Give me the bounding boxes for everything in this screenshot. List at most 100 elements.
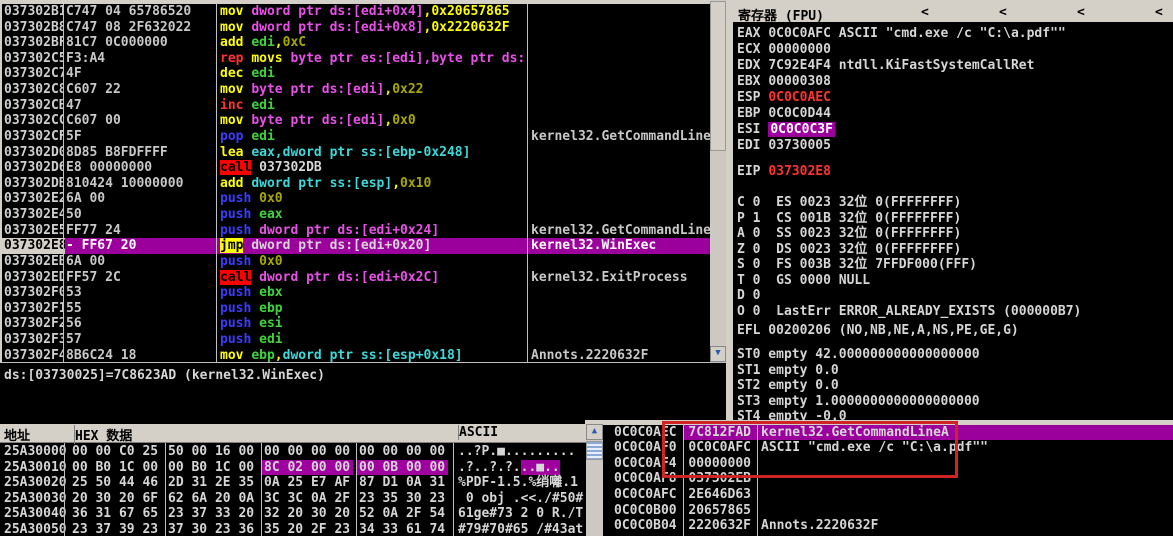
fpu-register-row: ST0 empty 42.000000000000000000: [737, 347, 980, 362]
scroll-down-icon[interactable]: ▼: [710, 346, 726, 362]
disasm-bytes: 50: [66, 207, 82, 223]
instr-token: edi: [251, 128, 275, 144]
register-value: 0C0C0AFC: [768, 26, 831, 41]
disasm-bytes: 57: [66, 332, 82, 348]
disasm-row[interactable]: 037302C5 F3:A4 rep movs byte ptr es:[edi],…: [2, 51, 710, 67]
disasm-row[interactable]: 037302F3 57 push edi: [2, 332, 710, 348]
register-row: ESP 0C0C0AEC: [737, 90, 831, 105]
disasm-row[interactable]: 037302EB 6A 00 push 0x0: [2, 254, 710, 270]
instr-token: lea: [220, 144, 252, 160]
disasm-bytes: C747 04 65786520: [66, 4, 192, 19]
instr-token: add: [220, 175, 252, 191]
flag-row: D 0: [737, 288, 761, 304]
disasm-address: 037302D6: [4, 160, 63, 176]
disasm-row[interactable]: 037302E8- FF67 20 jmp dword ptr ds:[edi+0…: [2, 238, 710, 254]
disasm-row[interactable]: 037302C8 C607 22 mov byte ptr ds:[edi],0x2…: [2, 82, 710, 98]
instr-token: edi: [251, 66, 275, 82]
collapse-chevron-icon[interactable]: <: [1155, 5, 1163, 20]
dump-row[interactable]: 25A30040 36 31 67 65 23 37 33 20 32 20 30 2…: [0, 506, 585, 522]
disasm-row[interactable]: 037302F0 53 push ebx: [2, 285, 710, 301]
disasm-row[interactable]: 037302E5 FF77 24 push dword ptr ds:[edi+0x…: [2, 223, 711, 239]
disasm-row[interactable]: 037302F2 56 push esi: [2, 316, 710, 332]
instr-token: push: [220, 300, 260, 316]
dump-row[interactable]: 25A30050 23 37 39 23 37 30 23 36 35 20 2F 2…: [0, 522, 585, 536]
disasm-row[interactable]: 037302C7 4F dec edi: [2, 66, 710, 82]
dump-hex-group: 35 20 2F 23: [264, 522, 351, 536]
disasm-row[interactable]: 037302DB 810424 10000000 add dword ptr ss:…: [2, 176, 710, 192]
disasm-instruction: mov dword ptr ds:[edi+0x8],0x2220632F: [220, 20, 527, 36]
instr-token: 0x20657865: [431, 4, 510, 19]
register-row: EAX 0C0C0AFC ASCII "cmd.exe /c "C:\a.pdf…: [737, 26, 1066, 41]
register-name: EBX: [737, 74, 769, 89]
disasm-instruction: push esi: [220, 316, 527, 332]
disasm-bytes: 55: [66, 300, 82, 316]
pane-separator-vertical[interactable]: [726, 0, 733, 424]
disasm-address: 037302C5: [4, 50, 63, 66]
dump-header-hex: HEX 数据: [74, 425, 132, 444]
disasm-row[interactable]: 037302B1 C747 04 65786520 mov dword ptr ds…: [2, 4, 710, 20]
collapse-chevron-icon[interactable]: <: [1077, 5, 1085, 20]
dump-header-ascii: ASCII: [458, 425, 499, 440]
disasm-row[interactable]: 037302E4 50 push eax: [2, 207, 710, 223]
dump-column-separator: [64, 443, 65, 536]
disasm-row[interactable]: 037302ED FF57 2C call dword ptr ds:[edi+0x…: [2, 269, 710, 286]
instr-token: push: [220, 332, 260, 348]
instr-token: push: [220, 285, 260, 301]
disasm-scrollbar[interactable]: ▼: [710, 0, 726, 362]
dump-address: 25A30030: [4, 490, 67, 506]
disasm-row[interactable]: 037302CF 5F pop edi kernel32.GetCommandLine…: [2, 128, 711, 145]
disasm-row[interactable]: 037302F1 55 push ebp: [2, 301, 710, 317]
dump-row[interactable]: 25A30010 00 B0 1C 00 00 B0 1C 00 8C 02 00 0…: [0, 459, 585, 476]
scroll-up-icon[interactable]: ▲: [586, 424, 603, 440]
disasm-comment: kernel32.WinExec: [531, 238, 657, 254]
stack-value: 2E646D63: [688, 486, 751, 502]
register-name: EIP: [737, 164, 769, 179]
dump-ascii: %PDF-1.5.%绡囄.1: [458, 475, 578, 491]
instr-token: eax: [259, 207, 283, 223]
dump-ascii-segment: ..■..: [520, 459, 560, 475]
dump-ascii-segment: 61ge#73 2 0 R./T: [458, 506, 584, 522]
disasm-row[interactable]: 037302CC C607 00 mov byte ptr ds:[edi],0x0: [2, 113, 710, 129]
stack-row[interactable]: 0C0C0B04 2220632F Annots.2220632F: [608, 518, 1173, 534]
dump-hex-group: 00 00 00 00: [359, 444, 446, 459]
disasm-row[interactable]: 037302CB 47 inc edi: [2, 98, 710, 114]
disasm-bytes: 810424 10000000: [66, 175, 184, 191]
dump-row[interactable]: 25A30030 20 30 20 6F 62 6A 20 0A 3C 3C 0A 2…: [0, 491, 585, 507]
disasm-row[interactable]: 037302E2 6A 00 push 0x0: [2, 191, 710, 207]
disasm-row[interactable]: 037302D6 E8 00000000 call 037302DB: [2, 160, 710, 176]
dump-row[interactable]: 25A30000 00 00 C0 25 50 00 16 00 00 00 00 0…: [0, 444, 585, 460]
disasm-bytes: 56: [66, 316, 82, 332]
disasm-instruction: lea eax,dword ptr ss:[ebp-0x248]: [220, 145, 527, 161]
instr-token: ,: [274, 35, 283, 51]
dump-scrollbar[interactable]: ▲: [586, 424, 603, 536]
instr-token: jmp: [220, 238, 244, 254]
register-name: EAX: [737, 26, 769, 41]
register-row-eip: EIP 037302E8: [737, 164, 831, 179]
disasm-bytes: C607 00: [66, 113, 121, 129]
disasm-row[interactable]: 037302B8 C747 08 2F632022 mov dword ptr ds…: [2, 20, 710, 36]
collapse-chevron-icon[interactable]: <: [999, 5, 1007, 20]
dump-scrollbar-thumb[interactable]: [586, 441, 603, 460]
disasm-scrollbar-thumb[interactable]: [710, 1, 726, 151]
disasm-column-separator: [216, 4, 217, 363]
collapse-chevron-icon[interactable]: <: [921, 5, 929, 20]
dump-hex-group: 37 30 23 36: [168, 522, 255, 536]
disasm-bytes: C747 08 2F632022: [66, 19, 192, 35]
instr-token: add: [220, 35, 252, 51]
dump-row[interactable]: 25A30020 25 50 44 46 2D 31 2E 35 0A 25 E7 A…: [0, 475, 585, 491]
disasm-row[interactable]: 037302BF 81C7 0C000000 add edi,0xC: [2, 35, 710, 51]
disasm-address: 037302BF: [4, 35, 63, 51]
disasm-row[interactable]: 037302D0 8D85 B8FDFFFF lea eax,dword ptr s…: [2, 145, 710, 161]
stack-row[interactable]: 0C0C0AFC 2E646D63: [608, 487, 1173, 503]
stack-value: 20657865: [688, 502, 751, 518]
dump-hex-group: 20 30 20 6F: [72, 490, 159, 506]
disasm-bytes: 8D85 B8FDFFFF: [66, 144, 168, 160]
instr-token: inc: [220, 97, 252, 113]
dump-hex-group: 52 0A 2F 54: [359, 506, 446, 522]
stack-row[interactable]: 0C0C0B00 20657865: [608, 503, 1173, 519]
dump-ascii: ..?P.■.........: [458, 444, 575, 460]
instr-token: mov: [220, 19, 252, 35]
disasm-row[interactable]: 037302F4 8B6C24 18 mov ebp,dword ptr ss:[e…: [2, 348, 710, 364]
registers-titlebar[interactable]: 寄存器 (FPU) < < < <: [733, 4, 1173, 24]
disasm-address: 037302F0: [4, 285, 63, 301]
